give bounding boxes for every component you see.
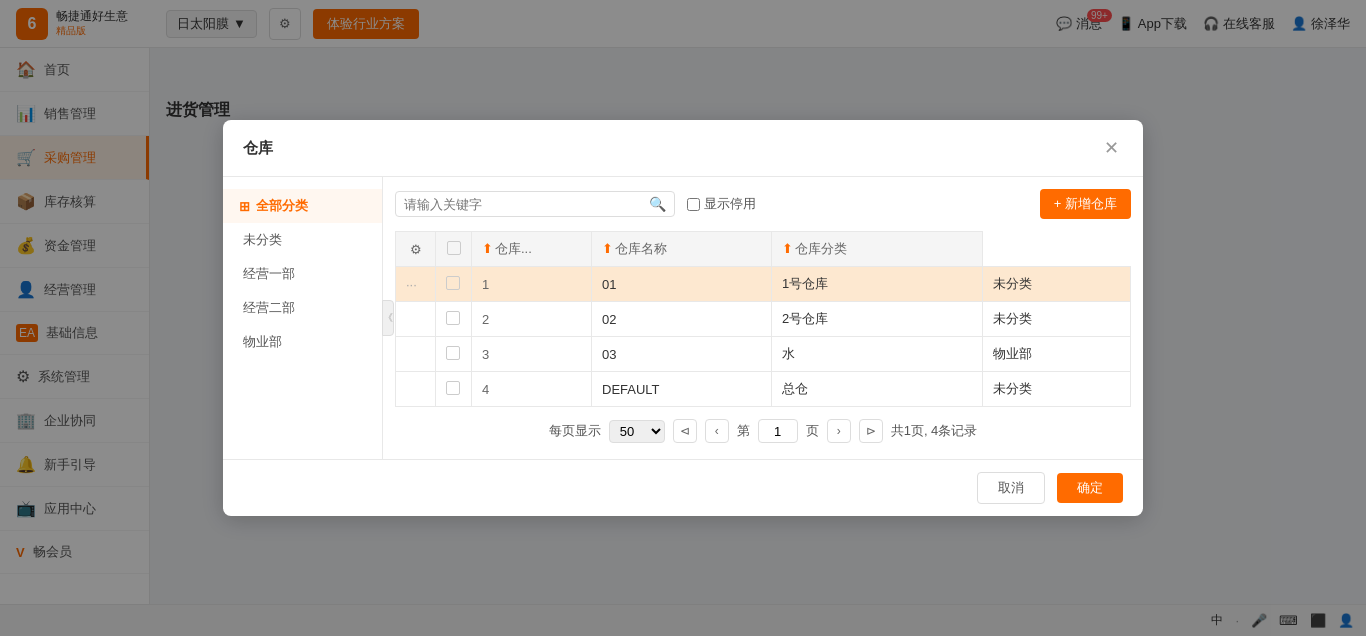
warehouse-modal: 仓库 ✕ ⊞ 全部分类 未分类 经营一部 经营二部 物业部 《: [223, 120, 1143, 516]
page-number-input[interactable]: [758, 419, 798, 443]
row-gear: ···: [396, 267, 436, 302]
row-gear: [396, 302, 436, 337]
first-page-button[interactable]: ⊲: [673, 419, 697, 443]
pagination: 每页显示 50 10 20 100 ⊲ ‹ 第 页 › ⊳ 共1页, 4条记录: [395, 407, 1131, 447]
row-code: 03: [592, 337, 772, 372]
row-num: 1: [472, 267, 592, 302]
modal-footer: 取消 确定: [223, 459, 1143, 516]
modal-title: 仓库: [243, 139, 273, 158]
row-num: 2: [472, 302, 592, 337]
th-check: [436, 232, 472, 267]
modal-overlay[interactable]: 仓库 ✕ ⊞ 全部分类 未分类 经营一部 经营二部 物业部 《: [0, 0, 1366, 636]
more-options-button[interactable]: ···: [406, 277, 417, 292]
row-name: 总仓: [772, 372, 983, 407]
category-item-dept2[interactable]: 经营二部: [223, 291, 382, 325]
table-row[interactable]: ··· 1 01 1号仓库 未分类: [396, 267, 1131, 302]
page-size-select[interactable]: 50 10 20 100: [609, 420, 665, 443]
th-gear: ⚙: [396, 232, 436, 267]
row-checkbox[interactable]: [446, 346, 460, 360]
sort-icon: ⬆: [602, 241, 613, 256]
row-category: 未分类: [983, 302, 1131, 337]
category-all-btn[interactable]: ⊞ 全部分类: [223, 189, 382, 223]
category-all-label: 全部分类: [256, 197, 308, 215]
table-toolbar: 🔍 显示停用 + 新增仓库: [395, 189, 1131, 219]
cancel-button[interactable]: 取消: [977, 472, 1045, 504]
table-row[interactable]: 2 02 2号仓库 未分类: [396, 302, 1131, 337]
page-num-label: 第: [737, 422, 750, 440]
search-icon[interactable]: 🔍: [649, 196, 666, 212]
table-container: ⚙ ⬆仓库... ⬆仓库名称 ⬆仓库分类 ···: [395, 231, 1131, 407]
collapse-panel-button[interactable]: 《: [382, 300, 394, 336]
row-num: 3: [472, 337, 592, 372]
row-code: 01: [592, 267, 772, 302]
row-check-cell: [436, 302, 472, 337]
search-box: 🔍: [395, 191, 675, 217]
modal-header: 仓库 ✕: [223, 120, 1143, 177]
category-item-unclassified[interactable]: 未分类: [223, 223, 382, 257]
row-check-cell: [436, 372, 472, 407]
table-row[interactable]: 4 DEFAULT 总仓 未分类: [396, 372, 1131, 407]
search-input[interactable]: [404, 197, 643, 212]
show-disabled-label[interactable]: 显示停用: [687, 195, 756, 213]
next-page-button[interactable]: ›: [827, 419, 851, 443]
prev-page-button[interactable]: ‹: [705, 419, 729, 443]
row-category: 未分类: [983, 372, 1131, 407]
close-icon[interactable]: ✕: [1099, 136, 1123, 160]
table-panel: 🔍 显示停用 + 新增仓库 ⚙: [383, 177, 1143, 459]
table-header: ⚙ ⬆仓库... ⬆仓库名称 ⬆仓库分类: [396, 232, 1131, 267]
per-page-label: 每页显示: [549, 422, 601, 440]
warehouse-table: ⚙ ⬆仓库... ⬆仓库名称 ⬆仓库分类 ···: [395, 231, 1131, 407]
select-all-checkbox[interactable]: [447, 241, 461, 255]
last-page-button[interactable]: ⊳: [859, 419, 883, 443]
row-name: 水: [772, 337, 983, 372]
confirm-button[interactable]: 确定: [1057, 473, 1123, 503]
add-warehouse-button[interactable]: + 新增仓库: [1040, 189, 1131, 219]
row-checkbox[interactable]: [446, 311, 460, 325]
table-row[interactable]: 3 03 水 物业部: [396, 337, 1131, 372]
row-num: 4: [472, 372, 592, 407]
th-name[interactable]: ⬆仓库名称: [592, 232, 772, 267]
row-checkbox[interactable]: [446, 276, 460, 290]
row-category: 物业部: [983, 337, 1131, 372]
grid-icon: ⊞: [239, 199, 250, 214]
row-code: 02: [592, 302, 772, 337]
row-code: DEFAULT: [592, 372, 772, 407]
category-item-dept1[interactable]: 经营一部: [223, 257, 382, 291]
row-check-cell: [436, 267, 472, 302]
row-name: 2号仓库: [772, 302, 983, 337]
row-gear: [396, 337, 436, 372]
row-checkbox[interactable]: [446, 381, 460, 395]
total-info: 共1页, 4条记录: [891, 422, 978, 440]
show-disabled-checkbox[interactable]: [687, 198, 700, 211]
row-gear: [396, 372, 436, 407]
category-panel: ⊞ 全部分类 未分类 经营一部 经营二部 物业部 《: [223, 177, 383, 459]
th-code[interactable]: ⬆仓库...: [472, 232, 592, 267]
th-category[interactable]: ⬆仓库分类: [772, 232, 983, 267]
row-category: 未分类: [983, 267, 1131, 302]
category-item-property[interactable]: 物业部: [223, 325, 382, 359]
row-check-cell: [436, 337, 472, 372]
sort-icon: ⬆: [482, 241, 493, 256]
table-body: ··· 1 01 1号仓库 未分类 2: [396, 267, 1131, 407]
sort-icon: ⬆: [782, 241, 793, 256]
modal-body: ⊞ 全部分类 未分类 经营一部 经营二部 物业部 《 🔍: [223, 177, 1143, 459]
row-name: 1号仓库: [772, 267, 983, 302]
page-word: 页: [806, 422, 819, 440]
